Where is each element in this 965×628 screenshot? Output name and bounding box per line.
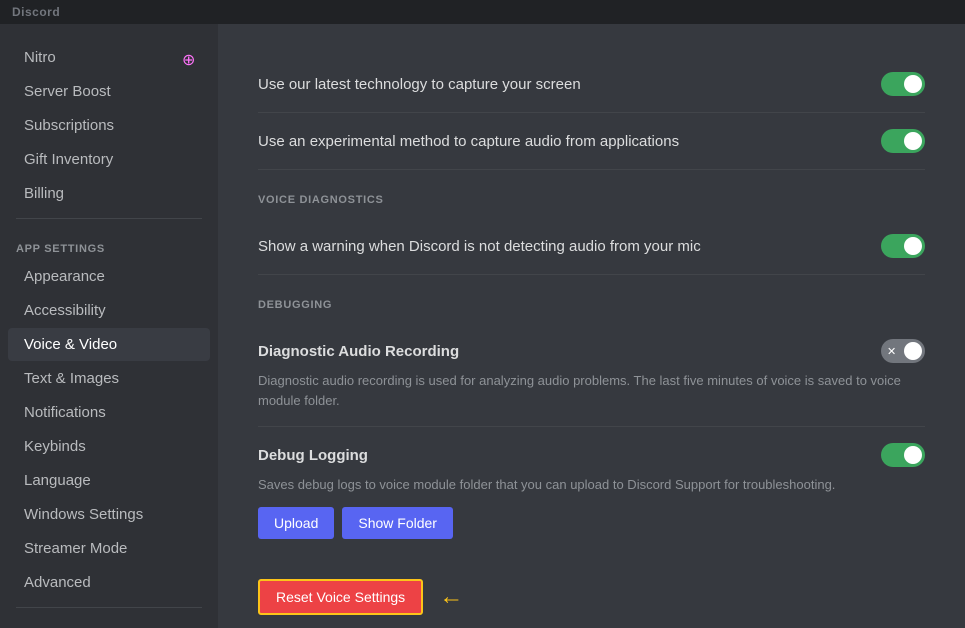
setting-row-audio-capture: Use an experimental method to capture au… bbox=[258, 113, 925, 170]
sidebar-item-gift-inventory[interactable]: Gift Inventory bbox=[8, 143, 210, 176]
sidebar-item-notifications[interactable]: Notifications bbox=[8, 396, 210, 429]
sidebar-item-advanced[interactable]: Advanced bbox=[8, 566, 210, 599]
sidebar-item-label: Voice & Video bbox=[24, 336, 117, 353]
app-settings-label: APP SETTINGS bbox=[0, 227, 218, 259]
sidebar-item-label: Advanced bbox=[24, 574, 91, 591]
voice-diagnostics-header: VOICE DIAGNOSTICS bbox=[258, 194, 925, 206]
sidebar-divider-2 bbox=[16, 607, 202, 608]
diagnostic-description: Diagnostic audio recording is used for a… bbox=[258, 371, 925, 410]
toggle-screen-capture[interactable]: ✓ bbox=[881, 72, 925, 96]
debug-logging-header: Debug Logging ✓ bbox=[258, 443, 925, 467]
sidebar-item-label: Nitro bbox=[24, 49, 56, 66]
sidebar-item-label: Billing bbox=[24, 185, 64, 202]
sidebar-item-subscriptions[interactable]: Subscriptions bbox=[8, 109, 210, 142]
check-icon-4: ✓ bbox=[909, 448, 919, 462]
sidebar-item-label: Language bbox=[24, 472, 91, 489]
toggle-knob-off bbox=[904, 342, 922, 360]
x-icon: ✕ bbox=[887, 345, 896, 358]
sidebar-item-voice-video[interactable]: Voice & Video bbox=[8, 328, 210, 361]
nitro-icon: ⊕ bbox=[182, 50, 198, 66]
check-icon: ✓ bbox=[909, 77, 919, 91]
toggle-diagnostic-recording[interactable]: ✕ bbox=[881, 339, 925, 363]
debug-logging-title: Debug Logging bbox=[258, 447, 368, 464]
toggle-voice-warning[interactable]: ✓ bbox=[881, 234, 925, 258]
check-icon-3: ✓ bbox=[909, 239, 919, 253]
diagnostic-section: Diagnostic Audio Recording ✕ Diagnostic … bbox=[258, 323, 925, 427]
activity-settings-label: ACTIVITY SETTINGS bbox=[0, 616, 218, 628]
sidebar-item-appearance[interactable]: Appearance bbox=[8, 260, 210, 293]
setting-row-screen-capture: Use our latest technology to capture you… bbox=[258, 56, 925, 113]
reset-voice-settings-button[interactable]: Reset Voice Settings bbox=[258, 579, 423, 615]
app-title: Discord bbox=[12, 5, 60, 19]
sidebar: Nitro ⊕ Server Boost Subscriptions Gift … bbox=[0, 24, 218, 628]
sidebar-item-label: Appearance bbox=[24, 268, 105, 285]
upload-button[interactable]: Upload bbox=[258, 507, 334, 539]
diagnostic-title: Diagnostic Audio Recording bbox=[258, 343, 459, 360]
sidebar-item-streamer-mode[interactable]: Streamer Mode bbox=[8, 532, 210, 565]
check-icon-2: ✓ bbox=[909, 134, 919, 148]
debugging-header: DEBUGGING bbox=[258, 299, 925, 311]
sidebar-item-server-boost[interactable]: Server Boost bbox=[8, 75, 210, 108]
show-folder-button[interactable]: Show Folder bbox=[342, 507, 453, 539]
sidebar-item-label: Text & Images bbox=[24, 370, 119, 387]
setting-label-voice-warning: Show a warning when Discord is not detec… bbox=[258, 238, 881, 255]
app-title-bar: Discord bbox=[0, 0, 965, 24]
reset-area: Reset Voice Settings ← bbox=[258, 579, 925, 615]
setting-row-voice-warning: Show a warning when Discord is not detec… bbox=[258, 218, 925, 275]
toggle-audio-capture[interactable]: ✓ bbox=[881, 129, 925, 153]
sidebar-item-billing[interactable]: Billing bbox=[8, 177, 210, 210]
sidebar-item-windows-settings[interactable]: Windows Settings bbox=[8, 498, 210, 531]
sidebar-item-nitro[interactable]: Nitro ⊕ bbox=[8, 41, 210, 74]
sidebar-item-label: Keybinds bbox=[24, 438, 86, 455]
sidebar-item-label: Server Boost bbox=[24, 83, 111, 100]
sidebar-divider bbox=[16, 218, 202, 219]
content-area: Use our latest technology to capture you… bbox=[218, 24, 965, 628]
sidebar-item-label: Accessibility bbox=[24, 302, 106, 319]
toggle-debug-logging[interactable]: ✓ bbox=[881, 443, 925, 467]
debug-logging-description: Saves debug logs to voice module folder … bbox=[258, 475, 925, 495]
diagnostic-header: Diagnostic Audio Recording ✕ bbox=[258, 339, 925, 363]
sidebar-item-language[interactable]: Language bbox=[8, 464, 210, 497]
main-layout: Nitro ⊕ Server Boost Subscriptions Gift … bbox=[0, 24, 965, 628]
setting-label-screen-capture: Use our latest technology to capture you… bbox=[258, 76, 881, 93]
sidebar-item-accessibility[interactable]: Accessibility bbox=[8, 294, 210, 327]
sidebar-item-label: Notifications bbox=[24, 404, 106, 421]
sidebar-item-label: Windows Settings bbox=[24, 506, 143, 523]
arrow-icon: ← bbox=[439, 583, 463, 611]
sidebar-item-label: Streamer Mode bbox=[24, 540, 127, 557]
setting-label-audio-capture: Use an experimental method to capture au… bbox=[258, 133, 881, 150]
sidebar-item-label: Gift Inventory bbox=[24, 151, 113, 168]
sidebar-item-label: Subscriptions bbox=[24, 117, 114, 134]
sidebar-item-keybinds[interactable]: Keybinds bbox=[8, 430, 210, 463]
debug-button-row: Upload Show Folder bbox=[258, 507, 925, 539]
sidebar-item-text-images[interactable]: Text & Images bbox=[8, 362, 210, 395]
debug-logging-section: Debug Logging ✓ Saves debug logs to voic… bbox=[258, 427, 925, 555]
